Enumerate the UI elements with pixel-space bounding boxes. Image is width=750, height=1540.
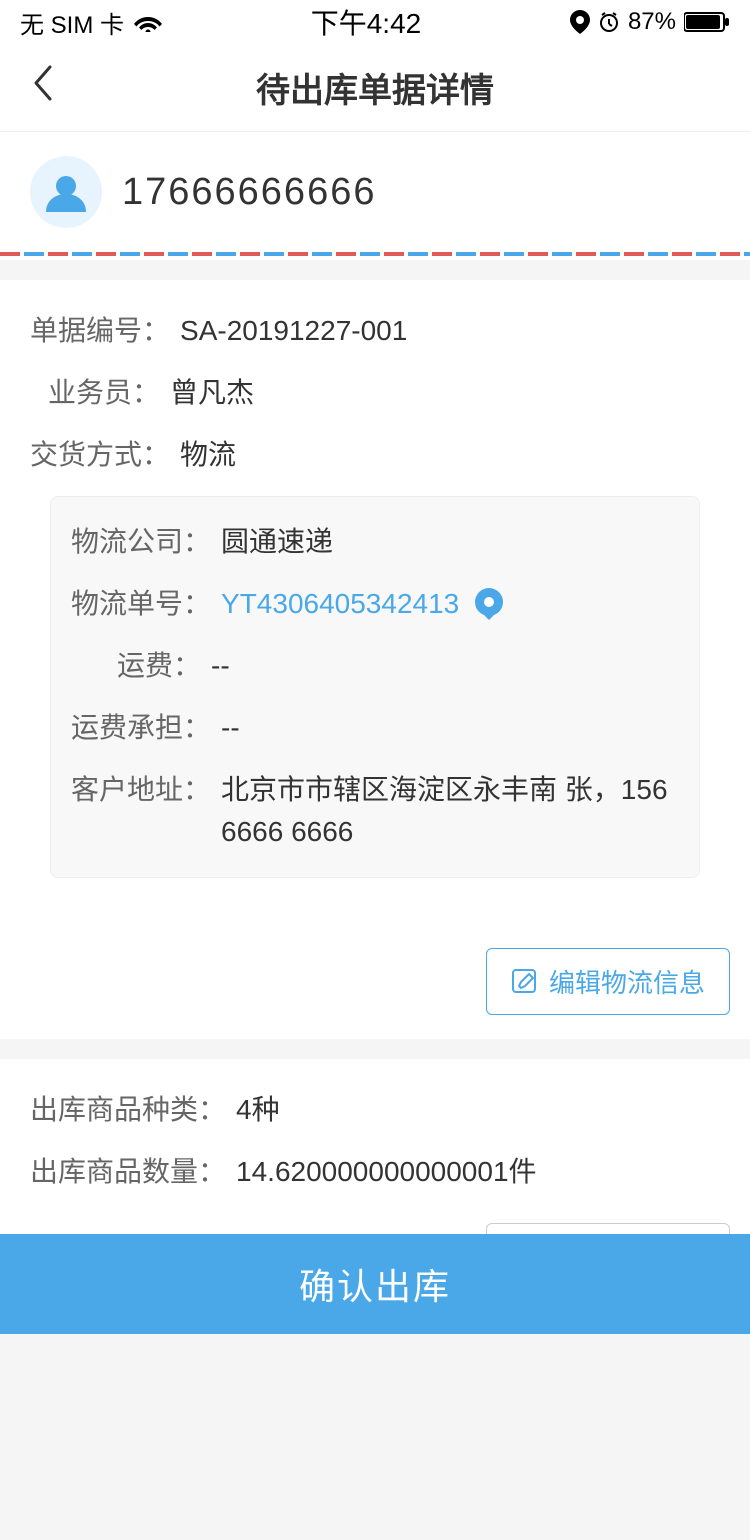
nav-bar: 待出库单据详情 xyxy=(0,44,750,132)
freight-bearer-row: 运费承担： -- xyxy=(71,707,679,749)
address-row: 客户地址： 北京市市辖区海淀区永丰南 张，156 6666 6666 xyxy=(71,769,679,853)
user-phone: 17666666666 xyxy=(122,171,376,214)
salesman-row: 业务员： 曾凡杰 xyxy=(30,372,720,414)
location-pin-icon[interactable] xyxy=(471,586,507,622)
out-types-value: 4种 xyxy=(236,1089,720,1131)
delivery-label: 交货方式： xyxy=(30,434,180,476)
doc-number-row: 单据编号： SA-20191227-001 xyxy=(30,310,720,352)
confirm-label: 确认出库 xyxy=(299,1258,451,1310)
delivery-row: 交货方式： 物流 xyxy=(30,434,720,476)
confirm-bar[interactable]: 确认出库 xyxy=(0,1234,750,1334)
address-value: 北京市市辖区海淀区永丰南 张，156 6666 6666 xyxy=(221,769,679,853)
back-button[interactable] xyxy=(30,63,54,112)
out-quantity-label: 出库商品数量： xyxy=(30,1151,236,1193)
page-title: 待出库单据详情 xyxy=(256,63,494,112)
status-bar: 无 SIM 卡 下午4:42 87% xyxy=(0,0,750,44)
battery-text: 87% xyxy=(628,8,676,36)
out-types-label: 出库商品种类： xyxy=(30,1089,236,1131)
document-info-section: 单据编号： SA-20191227-001 业务员： 曾凡杰 交货方式： 物流 … xyxy=(0,280,750,928)
salesman-label: 业务员： xyxy=(30,372,170,414)
freight-bearer-value: -- xyxy=(221,707,679,749)
logistics-company-row: 物流公司： 圆通速递 xyxy=(71,521,679,563)
salesman-value: 曾凡杰 xyxy=(170,372,720,414)
battery-icon xyxy=(684,11,730,33)
doc-number-label: 单据编号： xyxy=(30,310,180,352)
tracking-value: YT4306405342413 xyxy=(221,583,679,625)
status-right: 87% xyxy=(570,8,730,36)
location-icon xyxy=(570,10,590,34)
logistics-box: 物流公司： 圆通速递 物流单号： YT4306405342413 运费： -- … xyxy=(50,496,700,878)
freight-value: -- xyxy=(211,645,679,687)
avatar xyxy=(30,156,102,228)
alarm-icon xyxy=(598,11,620,33)
address-label: 客户地址： xyxy=(71,769,221,811)
tracking-label: 物流单号： xyxy=(71,583,221,625)
out-quantity-value: 14.620000000000001件 xyxy=(236,1151,720,1193)
delivery-value: 物流 xyxy=(180,434,720,476)
edit-icon xyxy=(511,968,539,996)
sim-text: 无 SIM 卡 xyxy=(20,5,124,40)
status-time: 下午4:42 xyxy=(311,2,422,42)
edit-btn-row: 编辑物流信息 xyxy=(0,928,750,1039)
section-gap-2 xyxy=(0,1039,750,1059)
user-row: 17666666666 xyxy=(0,132,750,252)
status-left: 无 SIM 卡 xyxy=(20,5,162,40)
section-gap-1 xyxy=(0,260,750,280)
tracking-row: 物流单号： YT4306405342413 xyxy=(71,583,679,625)
edit-logistics-label: 编辑物流信息 xyxy=(549,963,705,1000)
bottom-spacer xyxy=(0,1340,750,1540)
logistics-company-label: 物流公司： xyxy=(71,521,221,563)
logistics-company-value: 圆通速递 xyxy=(221,521,679,563)
wifi-icon xyxy=(134,12,162,32)
edit-logistics-button[interactable]: 编辑物流信息 xyxy=(486,948,730,1015)
dashed-divider xyxy=(0,252,750,260)
doc-number-value: SA-20191227-001 xyxy=(180,310,720,352)
out-types-row: 出库商品种类： 4种 xyxy=(30,1089,720,1131)
freight-label: 运费： xyxy=(71,645,211,687)
out-quantity-row: 出库商品数量： 14.620000000000001件 xyxy=(30,1151,720,1193)
outbound-section: 出库商品种类： 4种 出库商品数量： 14.620000000000001件 xyxy=(0,1059,750,1213)
freight-bearer-label: 运费承担： xyxy=(71,707,221,749)
freight-row: 运费： -- xyxy=(71,645,679,687)
